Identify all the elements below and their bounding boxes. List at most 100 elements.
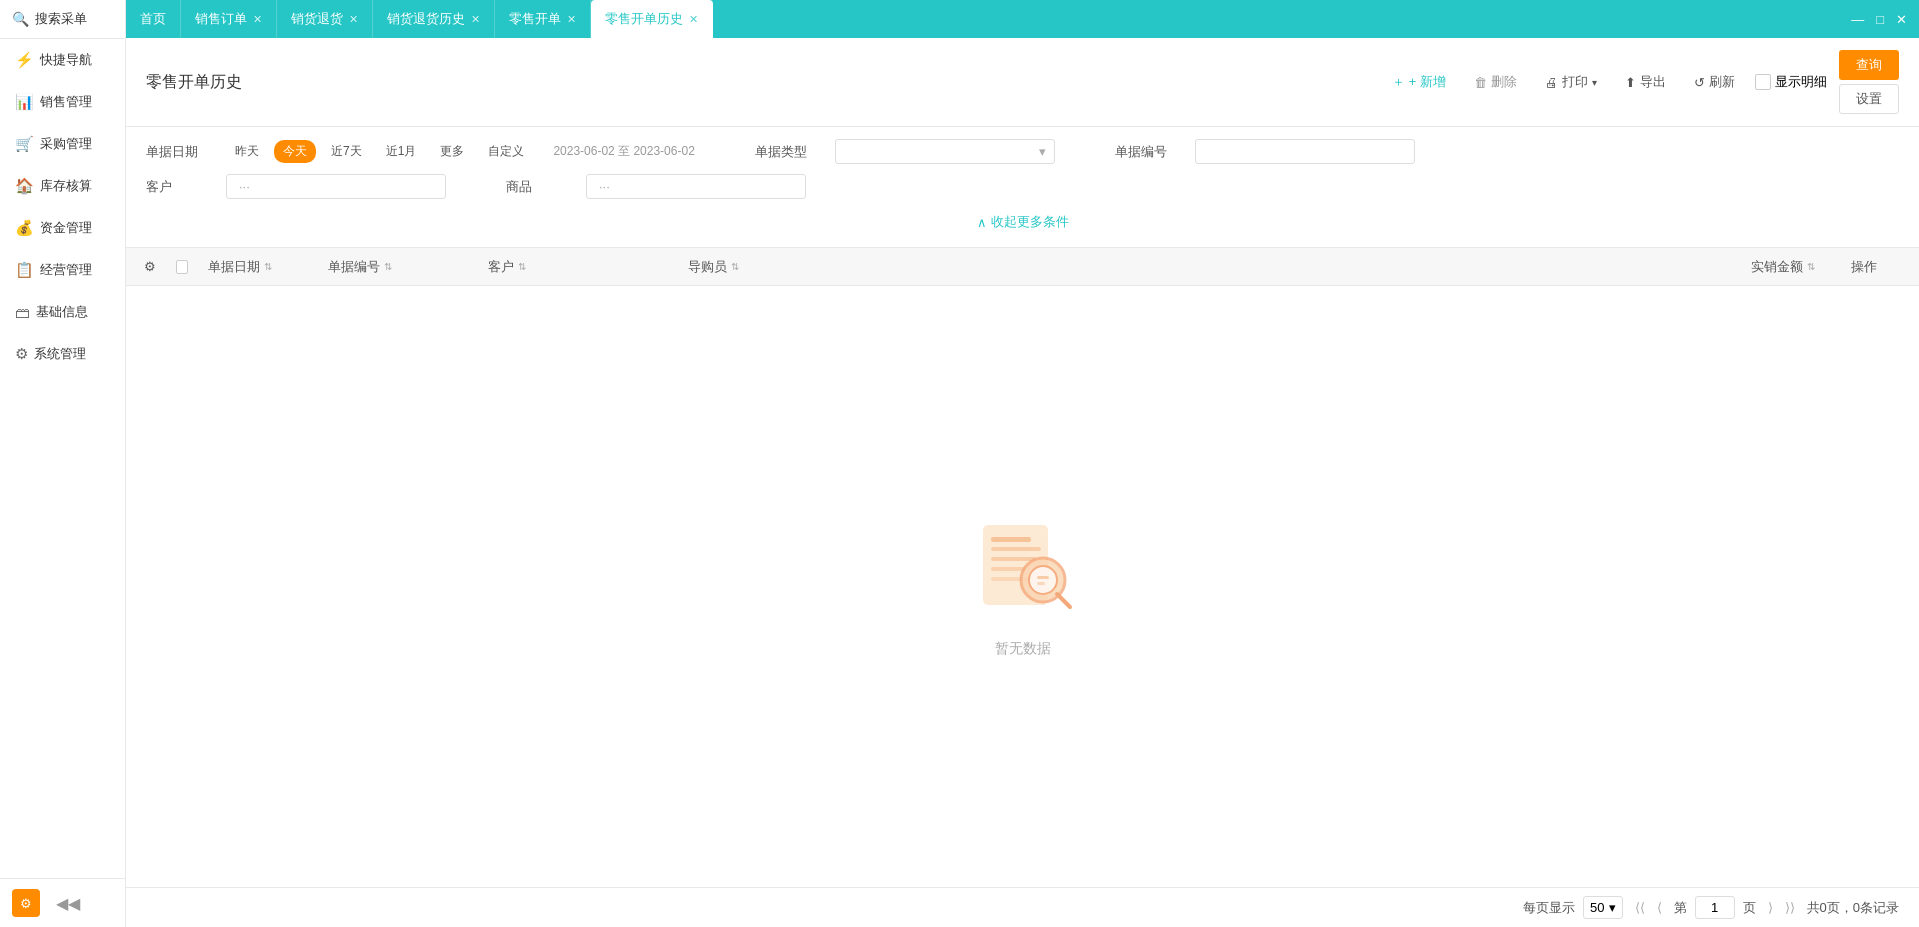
per-page-select[interactable]: 50 ▾ — [1583, 896, 1622, 919]
more-date-btn[interactable]: 更多 — [431, 140, 473, 163]
tab-label-home: 首页 — [140, 10, 166, 28]
th-amount-sort-icon: ⇅ — [1807, 261, 1815, 272]
collapse-filter-btn[interactable]: ∧ 收起更多条件 — [146, 209, 1899, 235]
delete-button[interactable]: 🗑 删除 — [1466, 69, 1525, 95]
print-button[interactable]: 🖨 打印 ▾ — [1537, 69, 1605, 95]
table-header: ⚙ 单据日期 ⇅ 单据编号 ⇅ 客户 ⇅ 导购员 — [126, 248, 1919, 286]
add-button[interactable]: ＋ + 新增 — [1384, 69, 1454, 95]
tab-label-sales-return-hist: 销货退货历史 — [387, 10, 465, 28]
tab-home[interactable]: 首页 — [126, 0, 181, 38]
date-range-text: 2023-06-02 至 2023-06-02 — [553, 143, 694, 160]
th-check[interactable] — [166, 260, 198, 274]
sidebar-item-operation[interactable]: 📋经营管理 — [0, 249, 125, 291]
svg-rect-10 — [1037, 582, 1045, 585]
th-client-sort-icon: ⇅ — [518, 261, 526, 272]
th-num-sort-icon: ⇅ — [384, 261, 392, 272]
last-page-btn[interactable]: ⟩⟩ — [1781, 898, 1799, 917]
th-client[interactable]: 客户 ⇅ — [478, 258, 678, 276]
page-number-input[interactable] — [1695, 896, 1735, 919]
tab-close-sales-return-hist[interactable]: ✕ — [471, 13, 480, 26]
sidebar-label-basic-info: 基础信息 — [36, 303, 88, 321]
sidebar-item-finance[interactable]: 💰资金管理 — [0, 207, 125, 249]
custom-date-btn[interactable]: 自定义 — [479, 140, 533, 163]
client-input[interactable]: ··· — [226, 174, 446, 199]
sidebar-bottom: ⚙ ◀◀ — [0, 878, 125, 927]
last-month-btn[interactable]: 近1月 — [377, 140, 426, 163]
add-icon: ＋ — [1392, 73, 1405, 91]
toolbar: ＋ + 新增 🗑 删除 🖨 打印 ▾ ⬆ 导出 ↺ — [1384, 50, 1899, 114]
sidebar-label-system-mgmt: 系统管理 — [34, 345, 86, 363]
select-all-checkbox[interactable] — [176, 260, 188, 274]
yesterday-btn[interactable]: 昨天 — [226, 140, 268, 163]
refresh-icon: ↺ — [1694, 75, 1705, 90]
main-content: 首页销售订单✕销货退货✕销货退货历史✕零售开单✕零售开单历史✕ — □ ✕ 零售… — [126, 0, 1919, 927]
th-date[interactable]: 单据日期 ⇅ — [198, 258, 318, 276]
tab-close-sales-return[interactable]: ✕ — [349, 13, 358, 26]
client-dots: ··· — [239, 179, 250, 194]
today-btn[interactable]: 今天 — [274, 140, 316, 163]
print-icon: 🖨 — [1545, 75, 1558, 90]
th-amount[interactable]: 实销金额 ⇅ — [1741, 258, 1841, 276]
client-label: 客户 — [146, 178, 206, 196]
filter-row-2: 客户 ··· 商品 ··· — [146, 174, 1899, 199]
window-maximize-btn[interactable]: □ — [1876, 12, 1884, 27]
prev-page-btn[interactable]: ⟨ — [1653, 898, 1666, 917]
tab-bar-right: — □ ✕ — [1839, 12, 1919, 27]
doc-type-select[interactable]: ▾ — [835, 139, 1055, 164]
th-settings[interactable]: ⚙ — [134, 259, 166, 274]
goods-input[interactable]: ··· — [586, 174, 806, 199]
next-page-btn[interactable]: ⟩ — [1764, 898, 1777, 917]
doc-type-arrow-icon: ▾ — [1039, 144, 1046, 159]
total-info: 共0页，0条记录 — [1807, 899, 1899, 917]
th-client-label: 客户 — [488, 258, 514, 276]
sidebar-label-sales-mgmt: 销售管理 — [40, 93, 92, 111]
tab-sales-return[interactable]: 销货退货✕ — [277, 0, 373, 38]
pagination: 每页显示 50 ▾ ⟨⟨ ⟨ 第 页 ⟩ ⟩⟩ 共0页，0条记录 — [126, 887, 1919, 927]
sidebar-icon-system-mgmt: ⚙ — [15, 345, 28, 363]
sidebar-label-quick-nav: 快捷导航 — [40, 51, 92, 69]
sidebar-icon-finance: 💰 — [15, 219, 34, 237]
sidebar-item-inventory[interactable]: 🏠库存核算 — [0, 165, 125, 207]
collapse-arrow-icon: ∧ — [977, 215, 987, 230]
export-button[interactable]: ⬆ 导出 — [1617, 69, 1674, 95]
sidebar-item-sales-mgmt[interactable]: 📊 销售管理 — [0, 81, 125, 123]
sidebar-icon-sales-mgmt: 📊 — [15, 93, 34, 111]
sidebar-item-quick-nav[interactable]: ⚡快捷导航 — [0, 39, 125, 81]
doc-num-input[interactable] — [1195, 139, 1415, 164]
settings-button[interactable]: 设置 — [1839, 84, 1899, 114]
per-page-value: 50 — [1590, 900, 1604, 915]
sidebar-label-inventory: 库存核算 — [40, 177, 92, 195]
sidebar-item-purchase-mgmt[interactable]: 🛒采购管理 — [0, 123, 125, 165]
query-settings-group: 查询 设置 — [1839, 50, 1899, 114]
query-button[interactable]: 查询 — [1839, 50, 1899, 80]
tab-close-retail-open[interactable]: ✕ — [567, 13, 576, 26]
svg-rect-3 — [991, 557, 1036, 561]
last7-btn[interactable]: 近7天 — [322, 140, 371, 163]
export-icon: ⬆ — [1625, 75, 1636, 90]
th-num[interactable]: 单据编号 ⇅ — [318, 258, 478, 276]
refresh-button[interactable]: ↺ 刷新 — [1686, 69, 1743, 95]
show-detail-toggle[interactable]: 显示明细 — [1755, 73, 1827, 91]
delete-icon: 🗑 — [1474, 75, 1487, 90]
tab-retail-open[interactable]: 零售开单✕ — [495, 0, 591, 38]
settings-icon-btn[interactable]: ⚙ — [12, 889, 40, 917]
tab-label-retail-hist: 零售开单历史 — [605, 10, 683, 28]
tab-close-retail-hist[interactable]: ✕ — [689, 13, 698, 26]
th-guide[interactable]: 导购员 ⇅ — [678, 258, 798, 276]
collapse-sidebar-btn[interactable]: ◀◀ — [56, 894, 80, 913]
window-minimize-btn[interactable]: — — [1851, 12, 1864, 27]
tab-sales-return-hist[interactable]: 销货退货历史 ✕ — [373, 0, 495, 38]
date-filter-buttons: 昨天 今天 近7天 近1月 更多 自定义 — [226, 140, 533, 163]
tab-sales-order[interactable]: 销售订单✕ — [181, 0, 277, 38]
show-detail-checkbox[interactable] — [1755, 74, 1771, 90]
sidebar-search-label: 搜索采单 — [35, 10, 87, 28]
sidebar-search[interactable]: 🔍 搜索采单 — [0, 0, 125, 39]
tab-retail-hist[interactable]: 零售开单历史 ✕ — [591, 0, 713, 38]
sidebar-item-system-mgmt[interactable]: ⚙ 系统管理 — [0, 333, 125, 375]
doc-num-label: 单据编号 — [1115, 143, 1175, 161]
tab-close-sales-order[interactable]: ✕ — [253, 13, 262, 26]
sidebar-item-basic-info[interactable]: 🗃基础信息 — [0, 291, 125, 333]
th-date-label: 单据日期 — [208, 258, 260, 276]
first-page-btn[interactable]: ⟨⟨ — [1631, 898, 1649, 917]
window-close-btn[interactable]: ✕ — [1896, 12, 1907, 27]
